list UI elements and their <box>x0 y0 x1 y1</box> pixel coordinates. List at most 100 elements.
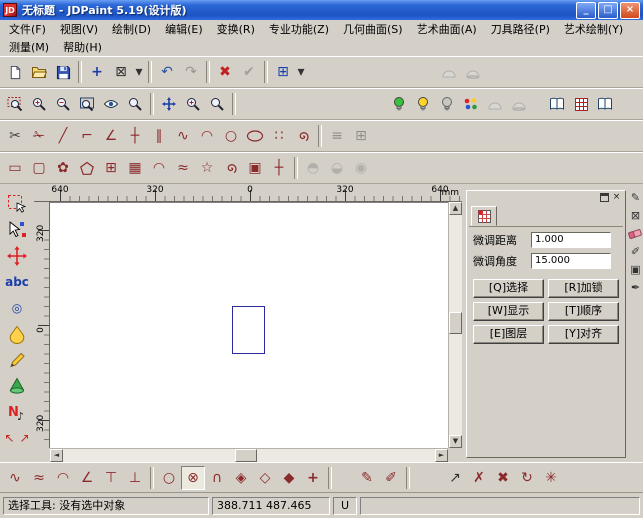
cone-tool[interactable] <box>4 374 30 398</box>
pen-tool[interactable]: ✎ <box>628 190 643 205</box>
scroll-up-button[interactable]: ▲ <box>449 202 462 215</box>
line-tool[interactable]: ╱ <box>51 124 75 148</box>
end-cap-tool[interactable]: ✳ <box>539 466 563 490</box>
dynamic-zoom-button[interactable] <box>181 92 205 116</box>
erase-box-tool[interactable]: ⊠ <box>628 208 643 223</box>
cross-shape-tool[interactable]: ┼ <box>267 156 291 180</box>
pages-button[interactable] <box>593 92 617 116</box>
render-off-bulb[interactable] <box>435 92 459 116</box>
snap-settings-button[interactable]: + <box>85 60 109 84</box>
eraser-tool[interactable] <box>628 226 643 241</box>
layer-button[interactable]: [E]图层 <box>473 325 544 344</box>
node-snap-tool[interactable]: ∩ <box>205 466 229 490</box>
angle-line-tool[interactable]: ∠ <box>99 124 123 148</box>
ellipse-tool[interactable] <box>243 124 267 148</box>
grid-snap-tool[interactable]: ◇ <box>253 466 277 490</box>
delete-button[interactable]: ✖ <box>213 60 237 84</box>
menu-item-7[interactable]: 艺术曲面(A) <box>410 19 484 39</box>
order-button[interactable]: [T]顺序 <box>548 302 619 321</box>
menu-item-5[interactable]: 专业功能(Z) <box>262 19 336 39</box>
magnifier-button[interactable] <box>205 92 229 116</box>
frame-shape-tool[interactable]: ▣ <box>243 156 267 180</box>
minimize-button[interactable]: _ <box>576 2 596 19</box>
render-on-bulb[interactable] <box>387 92 411 116</box>
drawn-rectangle[interactable] <box>232 306 265 354</box>
spiral-tool[interactable] <box>291 124 315 148</box>
panel-header[interactable]: × <box>467 191 625 204</box>
menu-item-0[interactable]: 测量(M) <box>2 37 56 57</box>
pick-remove-tool[interactable]: ✗ <box>467 466 491 490</box>
zoom-in-button[interactable] <box>27 92 51 116</box>
point-array-tool[interactable]: ∷ <box>267 124 291 148</box>
menu-item-0[interactable]: 文件(F) <box>2 19 53 39</box>
pencil-tool[interactable] <box>4 348 30 372</box>
close-button[interactable]: × <box>620 2 640 19</box>
redraw-button[interactable] <box>99 92 123 116</box>
transform-tool[interactable] <box>4 244 30 268</box>
vertex-snap-tool[interactable]: ◆ <box>277 466 301 490</box>
mini-curve-tool[interactable]: ↗ <box>18 426 31 450</box>
polygon-shape-tool[interactable] <box>75 156 99 180</box>
panel-close-button[interactable]: × <box>611 192 622 203</box>
menu-item-2[interactable]: 绘制(D) <box>105 19 158 39</box>
spiral-shape-tool[interactable] <box>219 156 243 180</box>
flower-shape-tool[interactable]: ✿ <box>51 156 75 180</box>
panel-tab-properties[interactable] <box>471 206 497 226</box>
align-button[interactable]: [Y]对齐 <box>548 325 619 344</box>
quadrant-snap-tool[interactable]: ◈ <box>229 466 253 490</box>
pan-button[interactable] <box>157 92 181 116</box>
grid-shape-tool[interactable]: ⊞ <box>99 156 123 180</box>
intersection-snap-tool[interactable]: ⊗ <box>181 466 205 490</box>
cross-delete-tool[interactable]: ✖ <box>491 466 515 490</box>
vertical-scroll-thumb[interactable] <box>449 312 462 334</box>
menu-item-8[interactable]: 刀具路径(P) <box>484 19 557 39</box>
corner-tool[interactable]: ∠ <box>75 466 99 490</box>
mini-arrow-tool[interactable]: ↖ <box>3 426 16 450</box>
undo-button[interactable]: ↶ <box>155 60 179 84</box>
mesh-shape-tool[interactable]: ▦ <box>123 156 147 180</box>
canvas[interactable] <box>50 202 448 448</box>
select-tool[interactable] <box>4 192 30 216</box>
arc-tool[interactable]: ◠ <box>195 124 219 148</box>
wave-shape-tool[interactable]: ≈ <box>171 156 195 180</box>
ring-tool[interactable]: ◎ <box>4 296 30 320</box>
note-tool[interactable]: N♪ <box>4 400 30 424</box>
lock-button[interactable]: [R]加锁 <box>548 279 619 298</box>
axis-line-tool[interactable]: ┼ <box>123 124 147 148</box>
new-button[interactable] <box>3 60 27 84</box>
panel-dock-button[interactable] <box>600 193 609 202</box>
spline-tool[interactable]: ∿ <box>171 124 195 148</box>
tangent-tool[interactable]: ⊤ <box>99 466 123 490</box>
dropper-tool[interactable]: ✒ <box>628 280 643 295</box>
horizontal-scrollbar[interactable]: ◄ ► <box>50 448 448 462</box>
select-mode-button[interactable]: [Q]选择 <box>473 279 544 298</box>
circle-snap-tool[interactable]: ○ <box>157 466 181 490</box>
render-shade-bulb[interactable] <box>411 92 435 116</box>
node-edit-tool[interactable] <box>4 218 30 242</box>
knife-tool[interactable]: ✐ <box>628 244 643 259</box>
scroll-right-button[interactable]: ► <box>435 449 448 462</box>
menu-item-1[interactable]: 帮助(H) <box>56 37 109 57</box>
zoom-previous-button[interactable] <box>123 92 147 116</box>
polyline-tool[interactable]: ⌐ <box>75 124 99 148</box>
horizontal-scroll-thumb[interactable] <box>235 449 257 462</box>
circle-tool[interactable]: ○ <box>219 124 243 148</box>
curve-smooth-tool[interactable]: ∿ <box>3 466 27 490</box>
pick-direction-tool[interactable]: ↗ <box>443 466 467 490</box>
star-shape-tool[interactable]: ☆ <box>195 156 219 180</box>
parallel-line-tool[interactable]: ∥ <box>147 124 171 148</box>
pen-curve-tool[interactable]: ✐ <box>379 466 403 490</box>
pen-line-tool[interactable]: ✎ <box>355 466 379 490</box>
menu-item-1[interactable]: 视图(V) <box>53 19 105 39</box>
rotate-snap-tool[interactable]: ↻ <box>515 466 539 490</box>
titlebar[interactable]: JD 无标题 - JDPaint 5.19(设计版) _ □ × <box>0 0 643 20</box>
grid-reference-button[interactable] <box>569 92 593 116</box>
menu-item-6[interactable]: 几何曲面(S) <box>336 19 410 39</box>
slot-shape-tool[interactable]: ▭ <box>3 156 27 180</box>
fill-tool[interactable] <box>4 322 30 346</box>
curve-fair-tool[interactable]: ≈ <box>27 466 51 490</box>
text-tool[interactable]: abc <box>4 270 30 294</box>
menu-item-9[interactable]: 艺术绘制(Y) <box>557 19 630 39</box>
color-dots-button[interactable] <box>459 92 483 116</box>
scissors-tool[interactable]: ✂ <box>3 124 27 148</box>
